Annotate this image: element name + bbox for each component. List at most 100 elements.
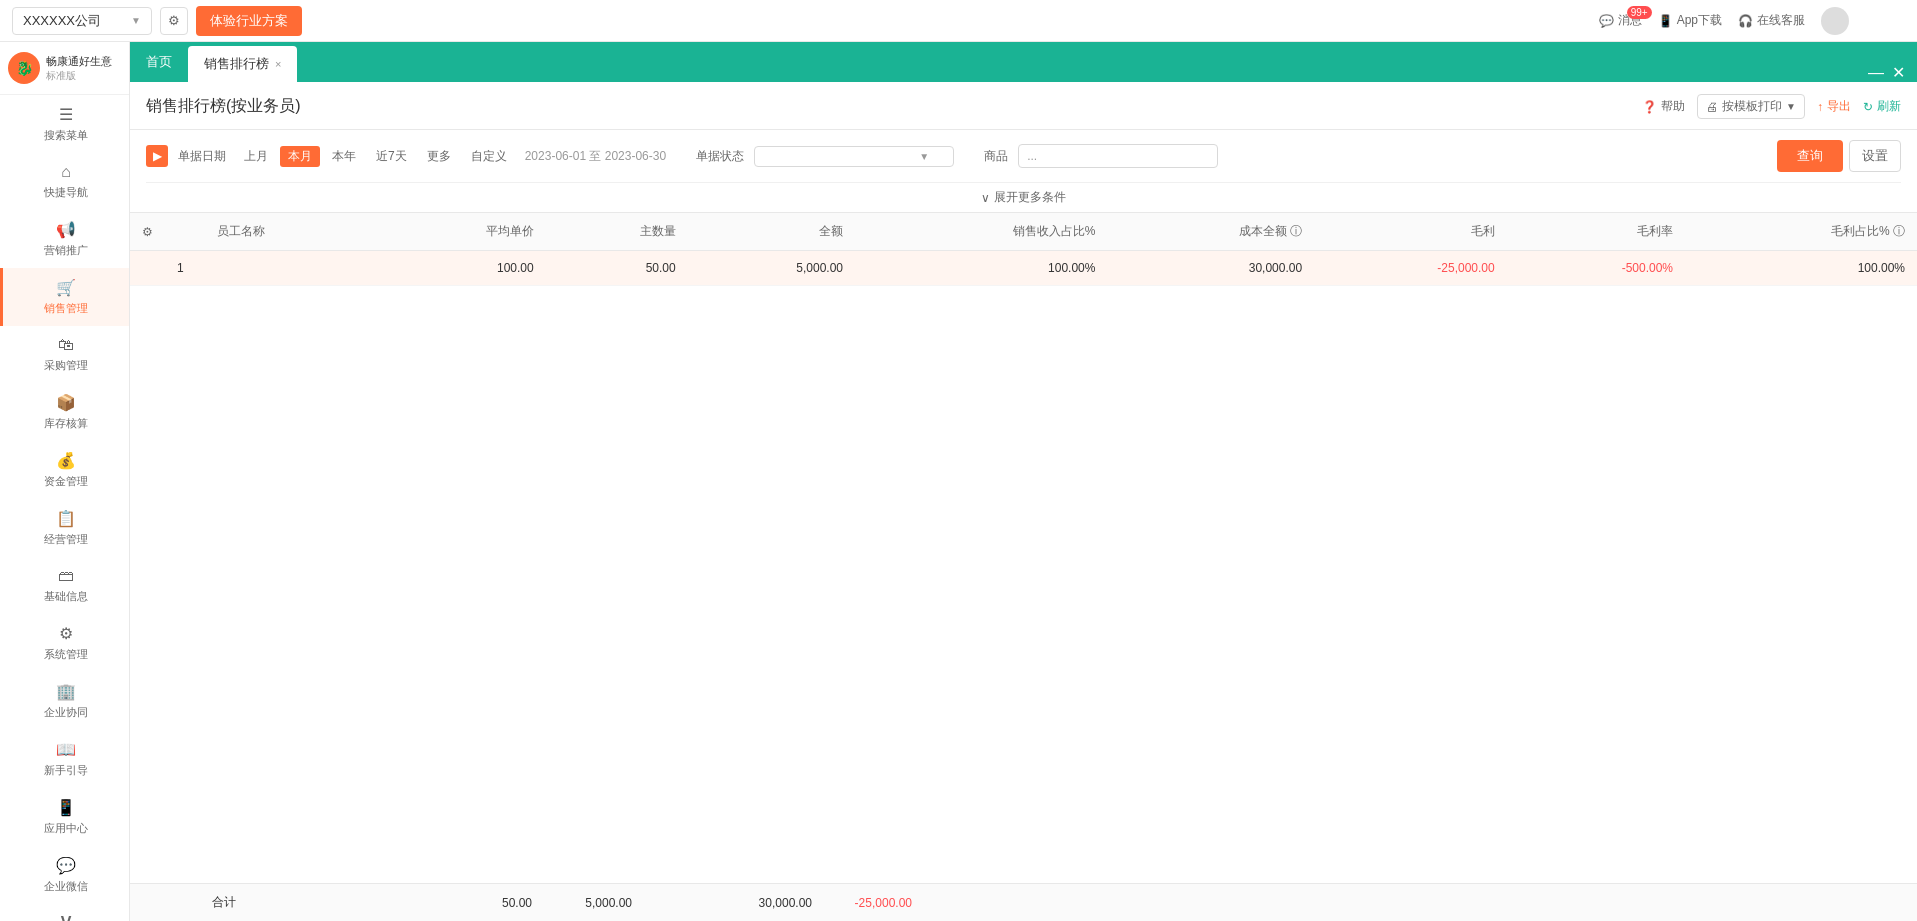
sidebar-label-purchase: 采购管理: [44, 358, 88, 373]
marketing-icon: 📢: [56, 220, 76, 239]
chevron-down-icon: ▼: [131, 15, 141, 26]
sidebar-label-marketing: 营销推广: [44, 243, 88, 258]
sidebar-label-quick: 快捷导航: [44, 185, 88, 200]
date-range-display: 2023-06-01 至 2023-06-30: [525, 148, 666, 165]
refresh-icon: ↻: [1863, 100, 1873, 114]
expand-label: 展开更多条件: [994, 189, 1066, 206]
logo-sub: 标准版: [46, 69, 112, 83]
finance-icon: 💰: [56, 451, 76, 470]
date-tab-prev-month[interactable]: 上月: [236, 146, 276, 167]
table-row[interactable]: 1 100.00 50.00 5,000.00 100.00% 30,000.0…: [130, 251, 1917, 286]
message-badge: 99+: [1627, 6, 1652, 19]
col-rank: [165, 213, 205, 251]
col-avg-price: 平均单价: [375, 213, 545, 251]
col-gross-ratio: 毛利占比% ⓘ: [1685, 213, 1917, 251]
date-tab-current-year[interactable]: 本年: [324, 146, 364, 167]
expand-icon: ∨: [981, 191, 990, 205]
date-tab-current-month[interactable]: 本月: [280, 146, 320, 167]
date-tab-7days[interactable]: 近7天: [368, 146, 415, 167]
online-service-btn[interactable]: 🎧 在线客服: [1738, 12, 1805, 29]
sidebar-item-purchase[interactable]: 🛍 采购管理: [0, 326, 129, 383]
sidebar-label-sales: 销售管理: [44, 301, 88, 316]
query-button[interactable]: 查询: [1777, 140, 1843, 172]
gear-icon: ⚙: [168, 13, 180, 28]
sidebar-item-finance[interactable]: 💰 资金管理: [0, 441, 129, 499]
sidebar-item-operation[interactable]: 📋 经营管理: [0, 499, 129, 557]
print-btn[interactable]: 🖨 按模板打印 ▼: [1697, 94, 1805, 119]
row-rank-cell: 1: [165, 251, 205, 286]
date-filter-label: 单据日期: [178, 148, 226, 165]
sidebar-item-enterprise[interactable]: 🏢 企业协同: [0, 672, 129, 730]
row-name-cell: [205, 251, 375, 286]
window-close-icon[interactable]: ✕: [1892, 63, 1905, 82]
row-qty-cell: 50.00: [546, 251, 688, 286]
operation-icon: 📋: [56, 509, 76, 528]
sidebar-item-appstore[interactable]: 📱 应用中心: [0, 788, 129, 846]
col-sales-ratio: 销售收入占比%: [855, 213, 1107, 251]
app-download-btn[interactable]: 📱 App下载: [1658, 12, 1722, 29]
sidebar-label-basic: 基础信息: [44, 589, 88, 604]
member-icon: V: [61, 914, 72, 921]
tab-home-label: 首页: [146, 53, 172, 71]
window-minimize-icon[interactable]: —: [1868, 64, 1884, 82]
date-tab-more[interactable]: 更多: [419, 146, 459, 167]
sidebar-label-wechat: 企业微信: [44, 879, 88, 894]
footer-qty: 50.00: [452, 896, 532, 910]
sidebar-item-system[interactable]: ⚙ 系统管理: [0, 614, 129, 672]
col-settings: ⚙: [130, 213, 165, 251]
appstore-icon: 📱: [56, 798, 76, 817]
sidebar-label-guide: 新手引导: [44, 763, 88, 778]
refresh-label: 刷新: [1877, 98, 1901, 115]
refresh-btn[interactable]: ↻ 刷新: [1863, 98, 1901, 115]
status-select[interactable]: ▼: [754, 146, 954, 167]
message-btn[interactable]: 💬 消息 99+: [1599, 12, 1642, 29]
settings-button[interactable]: 设置: [1849, 140, 1901, 172]
row-cost-cell: 30,000.00: [1107, 251, 1314, 286]
sidebar-item-inventory[interactable]: 📦 库存核算: [0, 383, 129, 441]
tab-home[interactable]: 首页: [130, 42, 188, 82]
message-icon: 💬: [1599, 14, 1614, 28]
sidebar-item-sales[interactable]: 🛒 销售管理: [0, 268, 129, 326]
sidebar-item-search[interactable]: ☰ 搜索菜单: [0, 95, 129, 153]
sidebar-item-marketing[interactable]: 📢 营销推广: [0, 210, 129, 268]
date-tab-custom[interactable]: 自定义: [463, 146, 515, 167]
sidebar-item-guide[interactable]: 📖 新手引导: [0, 730, 129, 788]
tab-sales-ranking[interactable]: 销售排行榜 ×: [188, 46, 297, 82]
sidebar-item-quick[interactable]: ⌂ 快捷导航: [0, 153, 129, 210]
row-gross-cell: -25,000.00: [1314, 251, 1507, 286]
sidebar-item-member[interactable]: V 畅会员: [0, 904, 129, 921]
headset-icon: 🎧: [1738, 14, 1753, 28]
help-icon: ❓: [1642, 100, 1657, 114]
company-selector[interactable]: XXXXXX公司 ▼: [12, 7, 152, 35]
row-avg-price-cell: 100.00: [375, 251, 545, 286]
service-label: 在线客服: [1757, 12, 1805, 29]
avatar[interactable]: [1821, 7, 1849, 35]
col-amount: 全额: [688, 213, 855, 251]
settings-icon-btn[interactable]: ⚙: [160, 7, 188, 35]
trial-button[interactable]: 体验行业方案: [196, 6, 302, 36]
export-btn[interactable]: ↑ 导出: [1817, 98, 1851, 115]
page-title: 销售排行榜(按业务员): [146, 96, 301, 117]
footer-gross: -25,000.00: [812, 896, 912, 910]
inventory-icon: 📦: [56, 393, 76, 412]
col-qty: 主数量: [546, 213, 688, 251]
guide-icon: 📖: [56, 740, 76, 759]
sidebar-item-wechat[interactable]: 💬 企业微信: [0, 846, 129, 904]
footer-label: 合计: [212, 894, 332, 911]
table-footer: 合计 50.00 5,000.00 30,000.00 -25,000.00: [130, 883, 1917, 921]
sidebar-item-basic[interactable]: 🗃 基础信息: [0, 557, 129, 614]
enterprise-icon: 🏢: [56, 682, 76, 701]
filter-expand-arrow[interactable]: ▶: [146, 145, 168, 167]
expand-more-btn[interactable]: ∨ 展开更多条件: [981, 189, 1066, 206]
tab-close-icon[interactable]: ×: [275, 58, 281, 70]
sidebar-label-finance: 资金管理: [44, 474, 88, 489]
help-btn[interactable]: ❓ 帮助: [1642, 98, 1685, 115]
row-sales-ratio-cell: 100.00%: [855, 251, 1107, 286]
sidebar-label-enterprise: 企业协同: [44, 705, 88, 720]
goods-input[interactable]: ...: [1018, 144, 1218, 168]
status-filter-label: 单据状态: [696, 148, 744, 165]
help-label: 帮助: [1661, 98, 1685, 115]
logo-icon: 🐉: [8, 52, 40, 84]
sidebar-label-system: 系统管理: [44, 647, 88, 662]
sidebar-label-appstore: 应用中心: [44, 821, 88, 836]
